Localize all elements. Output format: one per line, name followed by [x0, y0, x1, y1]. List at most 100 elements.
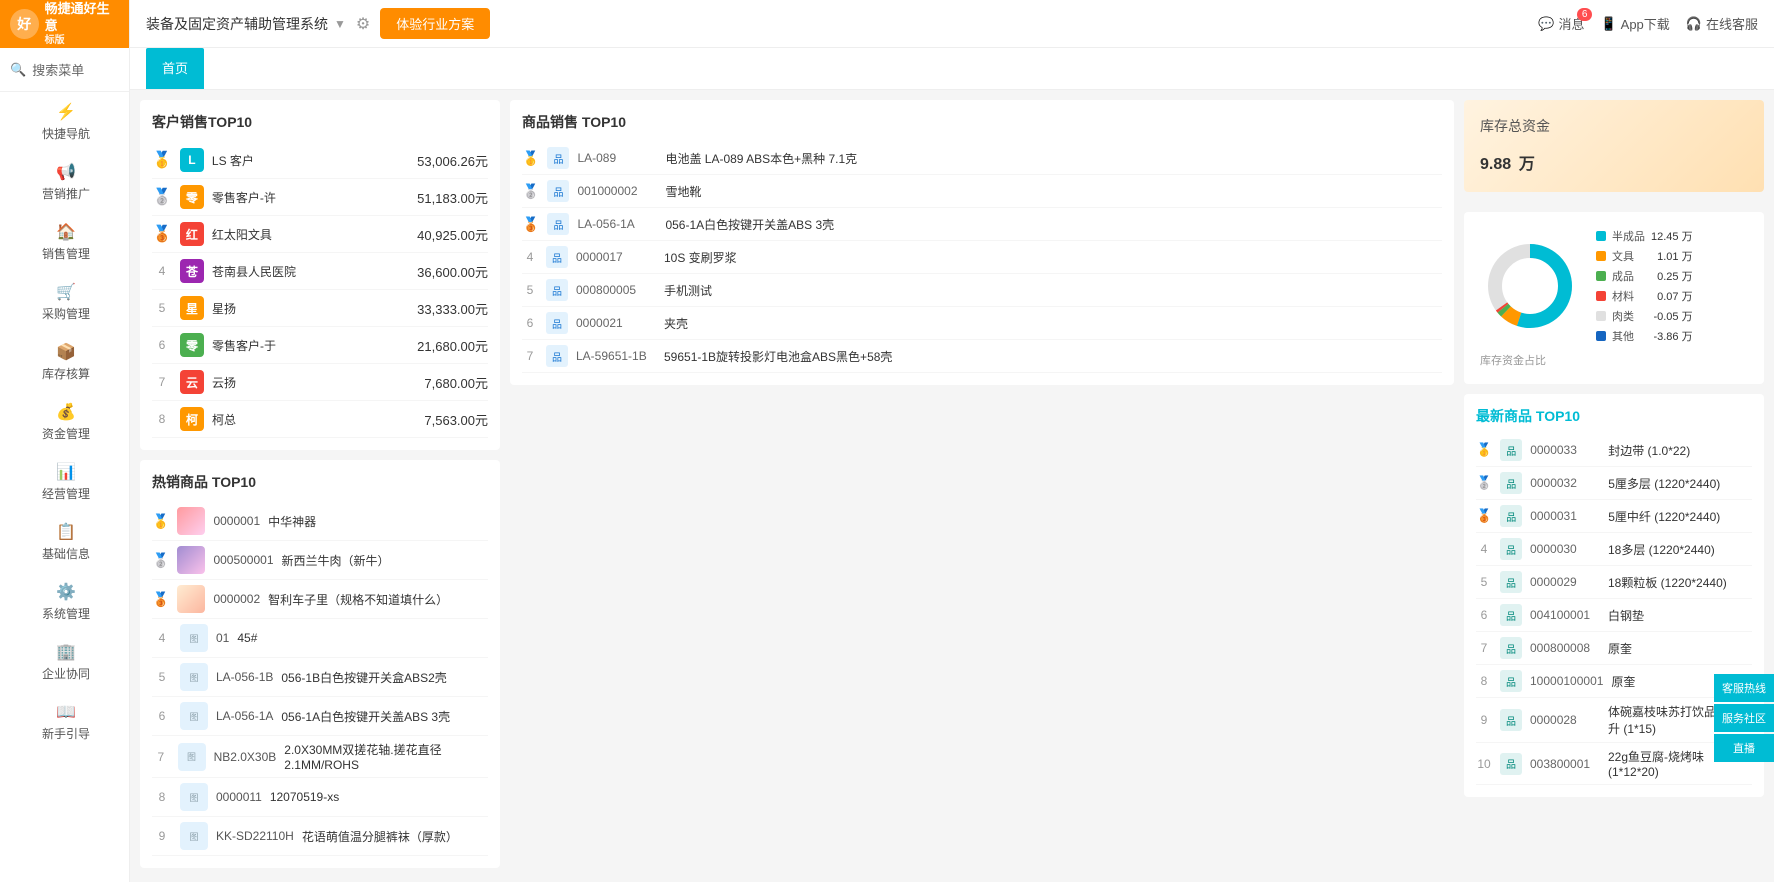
- customer-value: 33,333.00元: [417, 299, 488, 318]
- newest-product-item[interactable]: 🥇 品 0000033 封边带 (1.0*22): [1476, 434, 1752, 467]
- newest-product-item[interactable]: 5 品 0000029 18颗粒板 (1220*2440): [1476, 566, 1752, 599]
- hot-name: 花语萌值温分腿裤袜（厚款）: [302, 828, 458, 845]
- inventory-icon: 📦: [56, 342, 76, 362]
- newest-product-item[interactable]: 4 品 0000030 18多层 (1220*2440): [1476, 533, 1752, 566]
- product-rank-item[interactable]: 🥉 品 LA-056-1A 056-1A白色按键开关盖ABS 3壳: [522, 208, 1442, 241]
- float-btn-live[interactable]: 直播: [1714, 734, 1774, 762]
- customer-name: 零售客户-许: [212, 189, 409, 206]
- sidebar-item-sales[interactable]: 🏠 销售管理: [0, 212, 129, 272]
- hot-product-item[interactable]: 🥉 0000002 智利车子里（规格不知道填什么）: [152, 580, 488, 619]
- customer-name: 云扬: [212, 374, 416, 391]
- hot-product-item[interactable]: 5 图 LA-056-1B 056-1B白色按键开关盒ABS2壳: [152, 658, 488, 697]
- product-icon: 品: [546, 345, 568, 367]
- dropdown-icon[interactable]: ▼: [334, 17, 346, 31]
- system-title-area: 装备及固定资产辅助管理系统 ▼: [146, 14, 346, 34]
- settings-icon[interactable]: ⚙: [356, 14, 370, 34]
- rank-number: 5: [522, 283, 538, 297]
- customer-value: 40,925.00元: [417, 225, 488, 244]
- newest-product-item[interactable]: 6 品 004100001 白钢垫: [1476, 599, 1752, 632]
- product-placeholder: 图: [180, 624, 208, 652]
- sidebar-item-quick-nav[interactable]: ⚡ 快捷导航: [0, 92, 129, 152]
- system-title: 装备及固定资产辅助管理系统: [146, 14, 328, 34]
- newest-list: 🥇 品 0000033 封边带 (1.0*22) 🥈 品 0000032 5厘多…: [1476, 434, 1752, 785]
- inventory-subtitle: 库存资金占比: [1480, 352, 1748, 368]
- sidebar-item-basic-info[interactable]: 📋 基础信息: [0, 512, 129, 572]
- product-code: 0000017: [576, 250, 656, 264]
- trial-btn[interactable]: 体验行业方案: [380, 8, 490, 39]
- inventory-title: 库存总资金: [1480, 116, 1748, 136]
- hot-product-item[interactable]: 🥇 0000001 中华神器: [152, 502, 488, 541]
- online-service-btn[interactable]: 🎧 在线客服: [1686, 14, 1758, 33]
- messages-btn[interactable]: 💬 消息 6: [1538, 14, 1584, 33]
- customer-list: 🥇 L LS 客户 53,006.26元 🥈 零 零售客户-许 51,183.0…: [152, 142, 488, 438]
- sidebar-item-purchase[interactable]: 🛒 采购管理: [0, 272, 129, 332]
- legend-dot: [1596, 291, 1606, 301]
- customer-rank-item[interactable]: 7 云 云扬 7,680.00元: [152, 364, 488, 401]
- sidebar-item-operation[interactable]: 📊 经营管理: [0, 452, 129, 512]
- product-image: [177, 585, 205, 613]
- sidebar-item-guide[interactable]: 📖 新手引导: [0, 692, 129, 752]
- sidebar-item-marketing[interactable]: 📢 营销推广: [0, 152, 129, 212]
- newest-top-label: TOP10: [1536, 408, 1580, 424]
- customer-rank-item[interactable]: 4 苍 苍南县人民医院 36,600.00元: [152, 253, 488, 290]
- logo-icon: 好: [10, 9, 39, 39]
- hot-product-item[interactable]: 6 图 LA-056-1A 056-1A白色按键开关盖ABS 3壳: [152, 697, 488, 736]
- hot-product-item[interactable]: 9 图 KK-SD22110H 花语萌值温分腿裤袜（厚款）: [152, 817, 488, 856]
- medal-bronze-icon: 🥉: [152, 224, 172, 244]
- app-download-btn[interactable]: 📱 App下载: [1600, 14, 1669, 33]
- search-menu-label: 搜索菜单: [32, 60, 84, 79]
- customer-rank-item[interactable]: 6 零 零售客户-于 21,680.00元: [152, 327, 488, 364]
- hot-product-item[interactable]: 4 图 01 45#: [152, 619, 488, 658]
- product-rank-item[interactable]: 4 品 0000017 10S 变刷罗浆: [522, 241, 1442, 274]
- product-rank-item[interactable]: 🥇 品 LA-089 电池盖 LA-089 ABS本色+黑种 7.1克: [522, 142, 1442, 175]
- sales-label: 销售管理: [42, 245, 90, 262]
- newest-product-item[interactable]: 8 品 10000100001 原奎: [1476, 665, 1752, 698]
- sidebar-search[interactable]: 🔍 搜索菜单: [0, 48, 129, 92]
- hot-name: 中华神器: [268, 513, 316, 530]
- hot-product-item[interactable]: 🥈 000500001 新西兰牛肉（新牛）: [152, 541, 488, 580]
- topbar: 装备及固定资产辅助管理系统 ▼ ⚙ 体验行业方案 💬 消息 6 📱 App下载 …: [130, 0, 1774, 48]
- hot-product-item[interactable]: 7 图 NB2.0X30B 2.0X30MM双搓花轴.搓花直径2.1MM/ROH…: [152, 736, 488, 778]
- hot-code: LA-056-1A: [216, 709, 273, 723]
- search-menu-btn[interactable]: 🔍 搜索菜单: [10, 56, 119, 83]
- messages-badge: 6: [1577, 8, 1593, 21]
- app-download-label: App下载: [1621, 14, 1670, 33]
- product-icon: 品: [1500, 670, 1522, 692]
- product-ranking-title: 商品销售 TOP10: [522, 112, 1442, 132]
- tab-home[interactable]: 首页: [146, 48, 204, 89]
- customer-rank-item[interactable]: 🥇 L LS 客户 53,006.26元: [152, 142, 488, 179]
- newest-product-item[interactable]: 🥉 品 0000031 5厘中纤 (1220*2440): [1476, 500, 1752, 533]
- sidebar-item-finance[interactable]: 💰 资金管理: [0, 392, 129, 452]
- sidebar-item-system[interactable]: ⚙️ 系统管理: [0, 572, 129, 632]
- newest-product-item[interactable]: 9 品 0000028 体碗嘉枝味苏打饮品400毫升 (1*15): [1476, 698, 1752, 743]
- float-btn-service[interactable]: 客服热线: [1714, 674, 1774, 702]
- product-code: 0000021: [576, 316, 656, 330]
- product-code: LA-056-1A: [577, 217, 657, 231]
- customer-rank-item[interactable]: 5 星 星扬 33,333.00元: [152, 290, 488, 327]
- sidebar-item-enterprise[interactable]: 🏢 企业协同: [0, 632, 129, 692]
- newest-product-item[interactable]: 7 品 000800008 原奎: [1476, 632, 1752, 665]
- customer-rank-item[interactable]: 8 柯 柯总 7,563.00元: [152, 401, 488, 438]
- medal-icon: 🥇: [152, 513, 169, 530]
- operation-label: 经营管理: [42, 485, 90, 502]
- headset-icon: 🎧: [1686, 16, 1702, 32]
- sidebar-item-inventory[interactable]: 📦 库存核算: [0, 332, 129, 392]
- inventory-card: 库存总资金 9.88 万: [1464, 100, 1764, 192]
- product-rank-item[interactable]: 7 品 LA-59651-1B 59651-1B旋转投影灯电池盒ABS黑色+58…: [522, 340, 1442, 373]
- quick-nav-label: 快捷导航: [42, 125, 90, 142]
- hot-list: 🥇 0000001 中华神器 🥈 000500001 新西兰牛肉（新牛） 🥉 0…: [152, 502, 488, 856]
- rank-number: 5: [152, 670, 172, 684]
- rank-number: 7: [1476, 641, 1492, 655]
- rank-number: 10: [1476, 757, 1492, 771]
- product-rank-item[interactable]: 🥈 品 001000002 雪地靴: [522, 175, 1442, 208]
- inventory-value: 9.88: [1480, 156, 1511, 173]
- product-rank-item[interactable]: 5 品 000800005 手机测试: [522, 274, 1442, 307]
- customer-rank-item[interactable]: 🥈 零 零售客户-许 51,183.00元: [152, 179, 488, 216]
- newest-product-item[interactable]: 10 品 003800001 22g鱼豆腐-烧烤味 (1*12*20): [1476, 743, 1752, 785]
- hot-product-item[interactable]: 8 图 0000011 12070519-xs: [152, 778, 488, 817]
- product-rank-item[interactable]: 6 品 0000021 夹壳: [522, 307, 1442, 340]
- customer-rank-item[interactable]: 🥉 红 红太阳文具 40,925.00元: [152, 216, 488, 253]
- newest-code: 0000031: [1530, 509, 1600, 523]
- float-btn-community[interactable]: 服务社区: [1714, 704, 1774, 732]
- newest-product-item[interactable]: 🥈 品 0000032 5厘多层 (1220*2440): [1476, 467, 1752, 500]
